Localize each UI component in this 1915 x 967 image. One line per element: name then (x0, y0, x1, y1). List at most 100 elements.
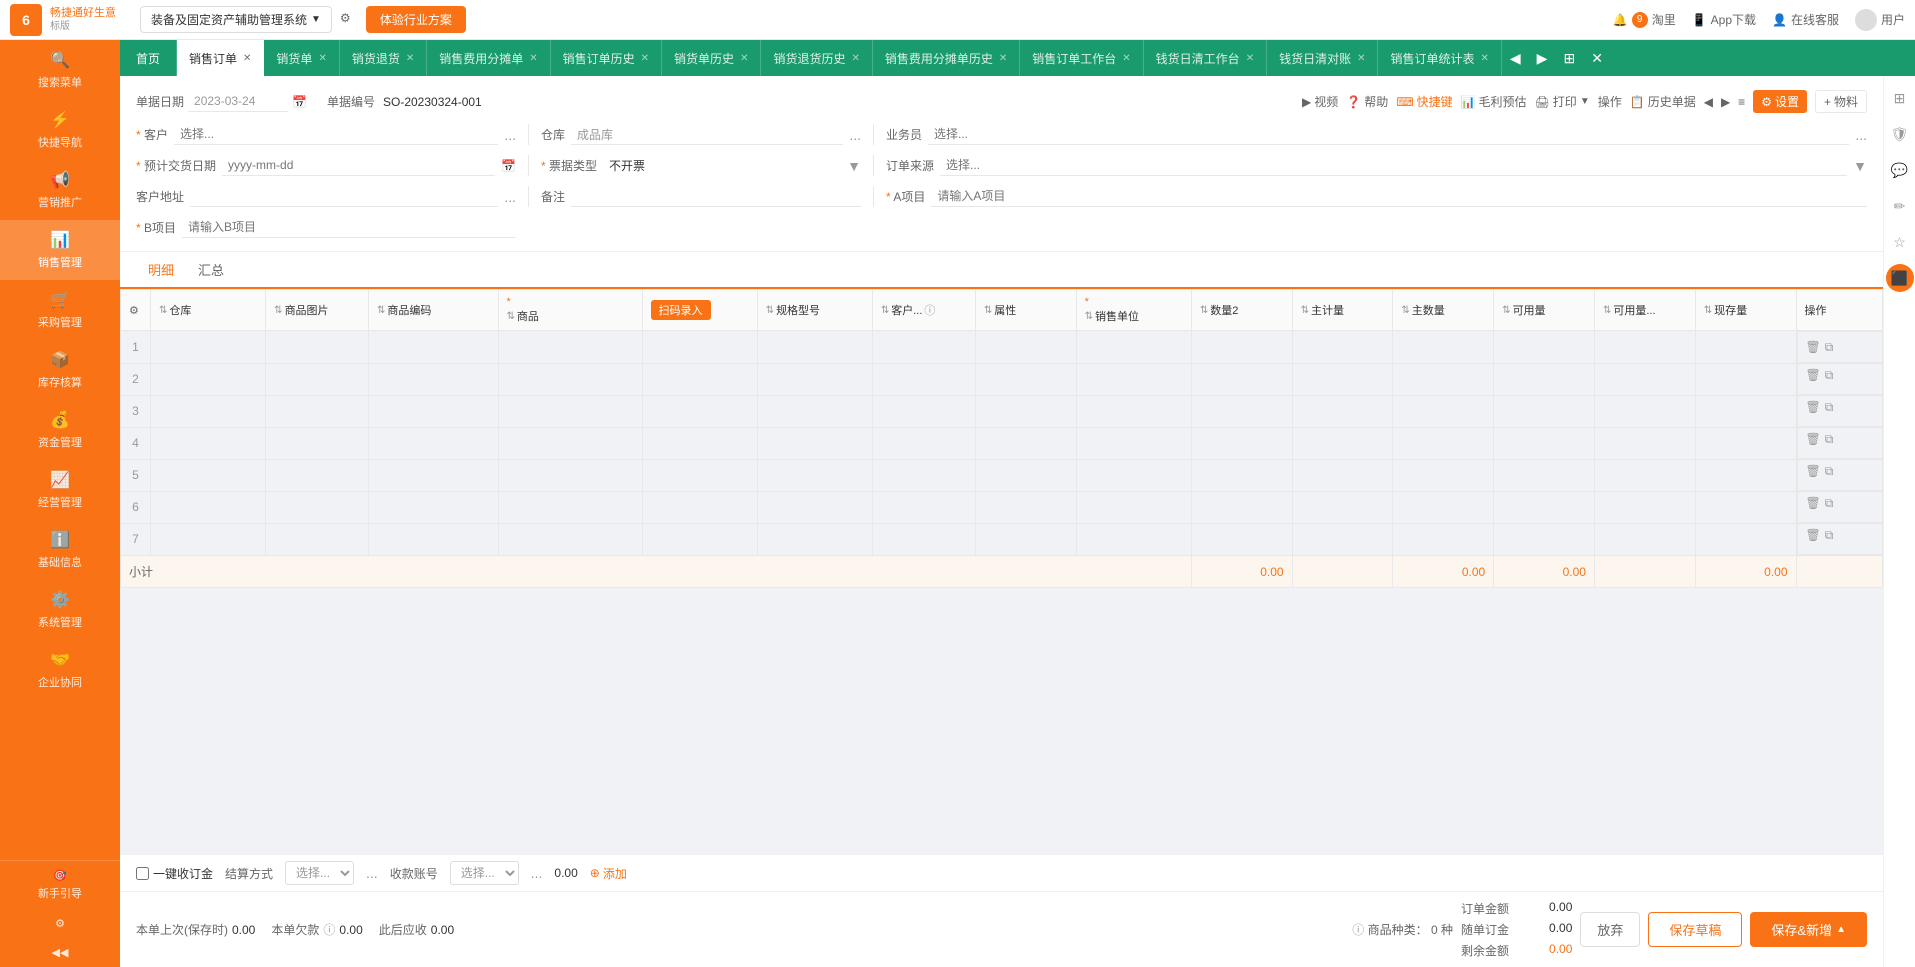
row-sales-unit[interactable] (1076, 491, 1191, 523)
row-customer-code[interactable] (872, 427, 975, 459)
tab-home[interactable]: 首页 (120, 40, 177, 76)
row-available[interactable] (1494, 395, 1595, 427)
row-product[interactable] (498, 427, 642, 459)
copy-icon[interactable]: ⧉ (1825, 400, 1834, 422)
sort-icon[interactable]: ⇅ (1401, 305, 1409, 316)
row-available[interactable] (1494, 459, 1595, 491)
tab-close-icon[interactable]: ✕ (851, 53, 859, 64)
row-product[interactable] (498, 395, 642, 427)
row-product-img[interactable] (266, 363, 369, 395)
right-panel-chat-icon[interactable]: 💬 (1886, 156, 1914, 184)
sort-icon[interactable]: ⇅ (1603, 305, 1611, 316)
calendar-icon[interactable]: 📅 (292, 95, 307, 109)
row-stock[interactable] (1695, 491, 1796, 523)
address-expand-icon[interactable]: ... (504, 189, 516, 205)
payment-method-select[interactable]: 选择... (285, 861, 354, 885)
row-main-unit[interactable] (1292, 427, 1393, 459)
sort-icon[interactable]: ⇅ (1301, 305, 1309, 316)
tab-sales-return[interactable]: 销货退货 ✕ (340, 40, 427, 76)
sort-icon[interactable]: ⇅ (274, 305, 282, 316)
row-main-qty[interactable] (1393, 331, 1494, 364)
list-view-btn[interactable]: ≡ (1738, 90, 1745, 113)
right-panel-edit-icon[interactable]: ✏ (1886, 192, 1914, 220)
row-available2[interactable] (1594, 491, 1695, 523)
row-available2[interactable] (1594, 523, 1695, 556)
sort-icon[interactable]: ⇅ (377, 305, 385, 316)
row-sales-unit[interactable] (1076, 363, 1191, 395)
notification-item[interactable]: 🔔 9 淘里 (1613, 11, 1676, 28)
row-available2[interactable] (1594, 331, 1695, 364)
customer-input[interactable] (174, 124, 498, 145)
order-source-dropdown-icon[interactable]: ▼ (1853, 158, 1867, 174)
row-spec[interactable] (757, 459, 872, 491)
row-available[interactable] (1494, 331, 1595, 364)
prev-record-btn[interactable]: ◀ (1704, 90, 1713, 113)
tab-order-report[interactable]: 销售订单统计表 ✕ (1378, 40, 1501, 76)
row-customer-code[interactable] (872, 395, 975, 427)
row-product[interactable] (498, 363, 642, 395)
row-warehouse[interactable] (151, 523, 266, 556)
scan-btn[interactable]: 扫码录入 (651, 300, 711, 320)
print-btn[interactable]: 🖨 打印 ▼ (1535, 90, 1590, 113)
tab-order-history[interactable]: 销售订单历史 ✕ (551, 40, 662, 76)
tab-summary[interactable]: 汇总 (186, 252, 236, 289)
row-sales-unit[interactable] (1076, 523, 1191, 556)
row-spec[interactable] (757, 491, 872, 523)
app-download-item[interactable]: 📱 App下载 (1692, 11, 1756, 28)
remark-input[interactable] (571, 186, 861, 207)
row-warehouse[interactable] (151, 331, 266, 364)
row-attributes[interactable] (975, 395, 1076, 427)
profit-btn[interactable]: 📊 毛利预估 (1461, 90, 1527, 113)
row-available[interactable] (1494, 491, 1595, 523)
row-main-unit[interactable] (1292, 491, 1393, 523)
row-stock[interactable] (1695, 331, 1796, 364)
sidebar-collapse-btn[interactable]: ◀◀ (0, 938, 120, 967)
row-main-qty[interactable] (1393, 459, 1494, 491)
row-product-code[interactable] (368, 427, 498, 459)
row-available[interactable] (1494, 427, 1595, 459)
sidebar-item-system[interactable]: ⚙️ 系统管理 (0, 580, 120, 640)
tab-sales-expense[interactable]: 销售费用分摊单 ✕ (427, 40, 550, 76)
row-stock[interactable] (1695, 395, 1796, 427)
online-service-item[interactable]: 👤 在线客服 (1772, 11, 1839, 28)
discard-btn[interactable]: 放弃 (1580, 912, 1640, 947)
tab-close-icon[interactable]: ✕ (641, 53, 649, 64)
tab-expand-btn[interactable]: ⊞ (1555, 50, 1583, 67)
sidebar-item-beginner[interactable]: 🎯 新手引导 (0, 861, 120, 909)
sidebar-item-basic-info[interactable]: ℹ️ 基础信息 (0, 520, 120, 580)
row-qty2[interactable] (1191, 491, 1292, 523)
account-select[interactable]: 选择... (450, 861, 519, 885)
delete-icon[interactable]: 🗑 (1806, 340, 1821, 354)
sidebar-item-operations[interactable]: 📈 经营管理 (0, 460, 120, 520)
delete-icon[interactable]: 🗑 (1806, 528, 1821, 550)
one-click-checkbox[interactable] (136, 867, 149, 880)
row-customer-code[interactable] (872, 523, 975, 556)
tab-close-icon[interactable]: ✕ (529, 53, 537, 64)
row-warehouse[interactable] (151, 491, 266, 523)
order-source-input[interactable] (940, 155, 1847, 176)
copy-icon[interactable]: ⧉ (1825, 368, 1834, 390)
col-settings-icon[interactable]: ⚙ (129, 305, 139, 317)
row-customer-code[interactable] (872, 331, 975, 364)
row-attributes[interactable] (975, 491, 1076, 523)
shortcut-btn[interactable]: ⌨ 快捷键 (1396, 90, 1452, 113)
row-attributes[interactable] (975, 363, 1076, 395)
row-main-unit[interactable] (1292, 459, 1393, 491)
delivery-date-input[interactable] (222, 155, 495, 176)
row-main-unit[interactable] (1292, 363, 1393, 395)
help-circle-icon[interactable]: ⓘ (924, 302, 935, 318)
delivery-calendar-icon[interactable]: 📅 (501, 159, 516, 173)
sort-icon[interactable]: ⇅ (1200, 305, 1208, 316)
row-stock[interactable] (1695, 363, 1796, 395)
next-record-btn[interactable]: ▶ (1721, 90, 1730, 113)
sort-icon[interactable]: ⇅ (984, 305, 992, 316)
tab-close-icon[interactable]: ✕ (1357, 53, 1365, 64)
copy-icon[interactable]: ⧉ (1825, 432, 1834, 454)
sidebar-item-finance[interactable]: 💰 资金管理 (0, 400, 120, 460)
row-spec[interactable] (757, 427, 872, 459)
delete-icon[interactable]: 🗑 (1806, 496, 1821, 518)
row-spec[interactable] (757, 331, 872, 364)
tab-close-icon[interactable]: ✕ (1481, 53, 1489, 64)
row-spec[interactable] (757, 523, 872, 556)
row-main-qty[interactable] (1393, 395, 1494, 427)
